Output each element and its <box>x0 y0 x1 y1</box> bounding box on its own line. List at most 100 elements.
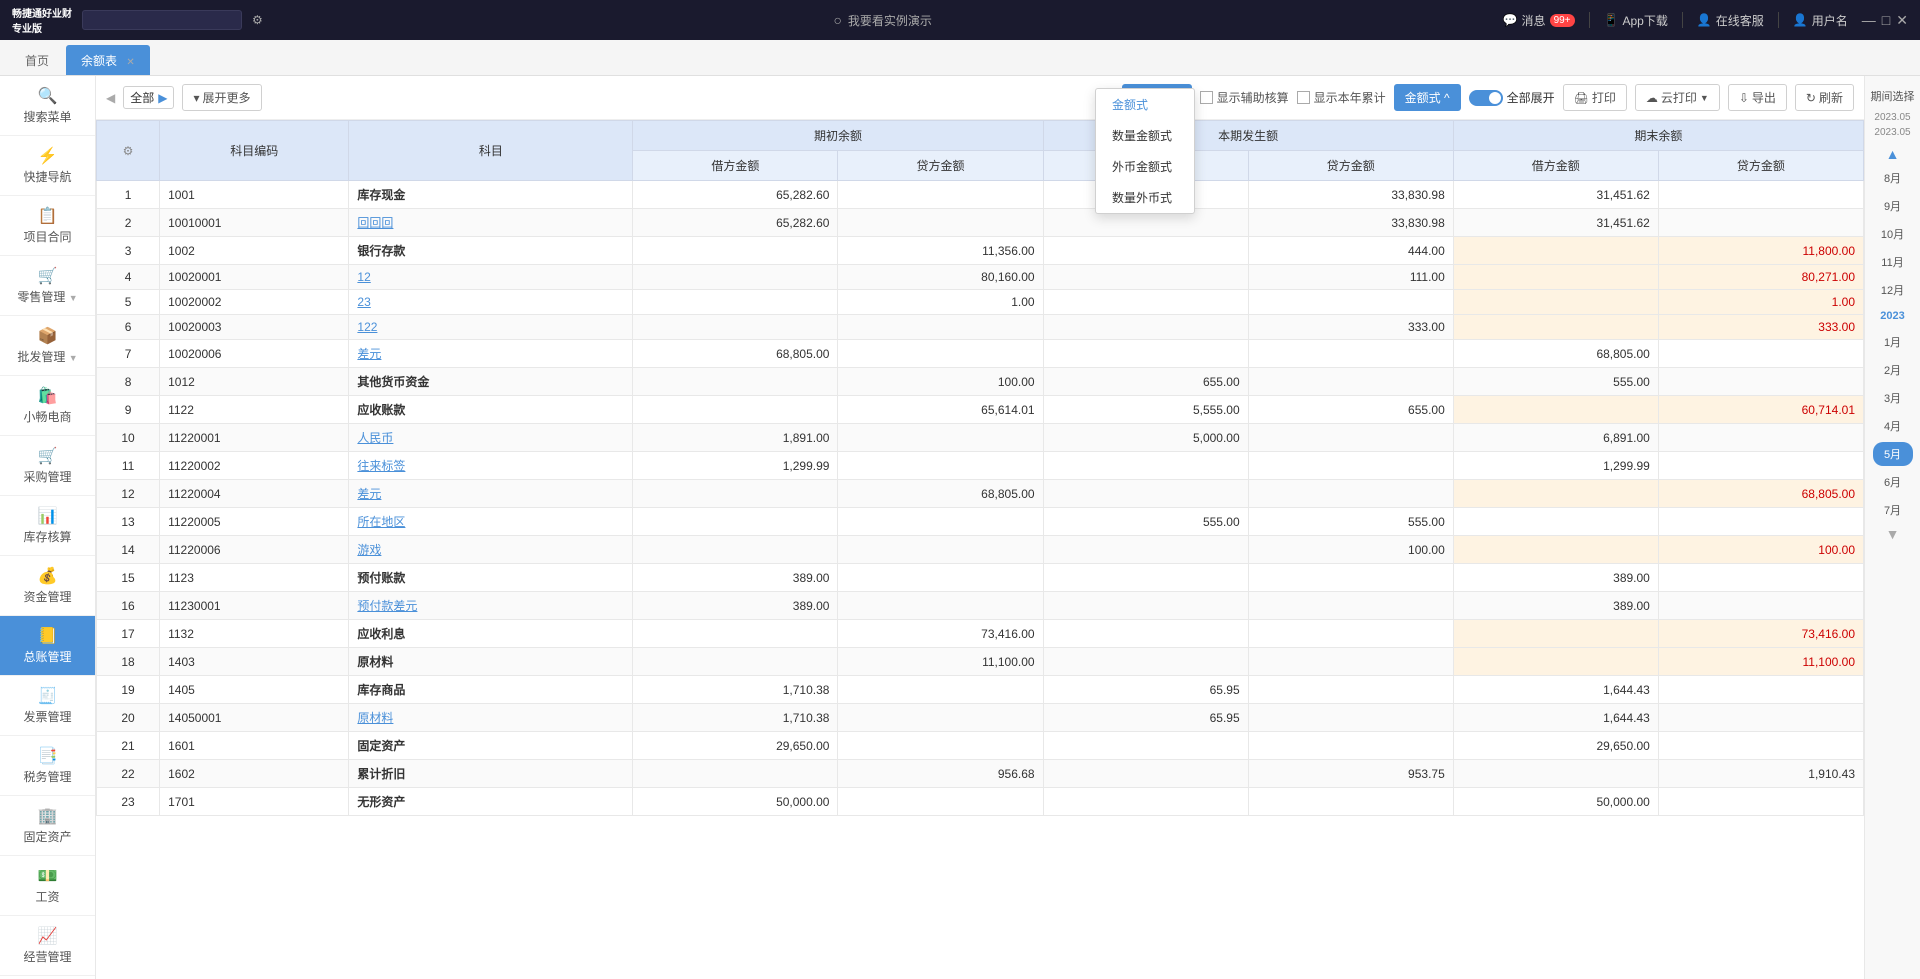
up-arrow-button[interactable]: ▲ <box>1886 146 1900 162</box>
management-icon: 📈 <box>6 926 89 946</box>
month-11[interactable]: 11月 <box>1873 250 1913 274</box>
table-row[interactable]: 91122应收账款65,614.015,555.00655.0060,714.0… <box>97 396 1864 424</box>
search-forward-icon[interactable]: ▶ <box>158 91 167 105</box>
format-button[interactable]: 金额式 ^ <box>1394 84 1461 111</box>
message-button[interactable]: 💬 消息 99+ <box>1503 12 1575 29</box>
format-option-qty-foreign[interactable]: 数量外币式 <box>1096 182 1194 213</box>
month-2[interactable]: 2月 <box>1873 358 1913 382</box>
table-row[interactable]: 1411220006游戏100.00100.00 <box>97 536 1864 564</box>
finance-icon: 💰 <box>6 566 89 586</box>
tab-home[interactable]: 首页 <box>10 45 64 75</box>
table-row[interactable]: 1211220004差元68,805.0068,805.00 <box>97 480 1864 508</box>
table-row[interactable]: 1611230001预付款差元389.00389.00 <box>97 592 1864 620</box>
sidebar-item-salary[interactable]: 💵 工资 <box>0 856 95 916</box>
sidebar-item-retail[interactable]: 🛒 零售管理 ▼ <box>0 256 95 316</box>
col-end-debit-header: 借方金额 <box>1453 151 1658 181</box>
down-arrow-button[interactable]: ▼ <box>1886 526 1900 542</box>
table-row[interactable]: 4100200011280,160.00111.0080,271.00 <box>97 265 1864 290</box>
table-row[interactable]: 81012其他货币资金100.00655.00555.00 <box>97 368 1864 396</box>
month-8[interactable]: 8月 <box>1873 166 1913 190</box>
table-row[interactable]: 151123预付账款389.00389.00 <box>97 564 1864 592</box>
settings-icon[interactable]: ⚙ <box>105 144 151 158</box>
online-service-button[interactable]: 👤 在线客服 <box>1697 12 1764 29</box>
sidebar-item-tax[interactable]: 📑 税务管理 <box>0 736 95 796</box>
format-option-qty-amount[interactable]: 数量金额式 <box>1096 120 1194 151</box>
month-12[interactable]: 12月 <box>1873 278 1913 302</box>
month-6[interactable]: 6月 <box>1873 470 1913 494</box>
month-3[interactable]: 3月 <box>1873 386 1913 410</box>
show-subsidiary-checkbox[interactable]: 显示辅助核算 <box>1200 89 1289 106</box>
table-row[interactable]: 2014050001原材料1,710.3865.951,644.43 <box>97 704 1864 732</box>
table-row[interactable]: 31002银行存款11,356.00444.0011,800.00 <box>97 237 1864 265</box>
table-row[interactable]: 221602累计折旧956.68953.751,910.43 <box>97 760 1864 788</box>
topbar-search-input[interactable] <box>82 10 242 30</box>
avatar-icon: 👤 <box>1793 13 1808 27</box>
month-9[interactable]: 9月 <box>1873 194 1913 218</box>
table-row[interactable]: 1311220005所在地区555.00555.00 <box>97 508 1864 536</box>
close-button[interactable]: ✕ <box>1896 12 1908 29</box>
print-button[interactable]: 🖨 打印 <box>1563 84 1627 111</box>
toggle-thumb <box>1489 92 1501 104</box>
separator2 <box>1682 12 1683 28</box>
topbar-right: 💬 消息 99+ 📱 App下载 👤 在线客服 👤 用户名 — □ ✕ <box>1503 12 1908 29</box>
sidebar-item-project[interactable]: 📋 项目合同 <box>0 196 95 256</box>
sidebar-item-quicknav[interactable]: ⚡ 快捷导航 <box>0 136 95 196</box>
month-1[interactable]: 1月 <box>1873 330 1913 354</box>
back-icon[interactable]: ◀ <box>106 91 115 105</box>
sidebar-item-search[interactable]: 🔍 搜索菜单 <box>0 76 95 136</box>
month-4[interactable]: 4月 <box>1873 414 1913 438</box>
table-row[interactable]: 181403原材料11,100.0011,100.00 <box>97 648 1864 676</box>
user-avatar[interactable]: 👤 用户名 <box>1793 12 1848 29</box>
format-option-foreign-amount[interactable]: 外币金额式 <box>1096 151 1194 182</box>
tab-close-icon[interactable]: ✕ <box>126 57 134 68</box>
format-option-amount[interactable]: 金额式 <box>1096 89 1194 120</box>
table-row[interactable]: 510020002231.001.00 <box>97 290 1864 315</box>
topbar-left: 畅捷通好业财 专业版 ⚙ <box>12 5 263 35</box>
month-5[interactable]: 5月 <box>1873 442 1913 466</box>
toggle-track <box>1469 90 1503 106</box>
col-name-header: 科目 <box>349 121 633 181</box>
table-row[interactable]: 1111220002往来标签1,299.991,299.99 <box>97 452 1864 480</box>
table-row[interactable]: 610020003122333.00333.00 <box>97 315 1864 340</box>
sidebar-item-invoice[interactable]: 🧾 发票管理 <box>0 676 95 736</box>
table-row[interactable]: 211601固定资产29,650.0029,650.00 <box>97 732 1864 760</box>
table-row[interactable]: 1011220001人民币1,891.005,000.006,891.00 <box>97 424 1864 452</box>
right-panel: 期间选择 2023.05 2023.05 ▲ 8月 9月 10月 11月 12月… <box>1864 76 1920 979</box>
table-row[interactable]: 231701无形资产50,000.0050,000.00 <box>97 788 1864 816</box>
expand-more-button[interactable]: ▾ 展开更多 <box>182 84 261 111</box>
topbar-demo-link[interactable]: ○ 我要看实例演示 <box>833 12 931 29</box>
app-download-button[interactable]: 📱 App下载 <box>1604 12 1668 29</box>
sidebar-item-inventory[interactable]: 📊 库存核算 <box>0 496 95 556</box>
sidebar-item-management[interactable]: 📈 经营管理 <box>0 916 95 976</box>
quicknav-icon: ⚡ <box>6 146 89 166</box>
table-row[interactable]: 171132应收利息73,416.0073,416.00 <box>97 620 1864 648</box>
message-icon: 💬 <box>1503 13 1518 27</box>
expand-all-toggle[interactable]: 全部展开 <box>1469 89 1555 106</box>
maximize-button[interactable]: □ <box>1882 12 1890 28</box>
month-7[interactable]: 7月 <box>1873 498 1913 522</box>
sidebar-item-ledger[interactable]: 📒 总账管理 <box>0 616 95 676</box>
year-2023-item[interactable]: 2023 <box>1873 306 1913 326</box>
col-end-credit-header: 贷方金额 <box>1658 151 1863 181</box>
table-row[interactable]: 191405库存商品1,710.3865.951,644.43 <box>97 676 1864 704</box>
wholesale-icon: 📦 <box>6 326 89 346</box>
table-row[interactable]: 11001库存现金65,282.6033,830.9831,451.62 <box>97 181 1864 209</box>
table-row[interactable]: 210010001回回回65,282.6033,830.9831,451.62 <box>97 209 1864 237</box>
month-10[interactable]: 10月 <box>1873 222 1913 246</box>
show-year-total-checkbox[interactable]: 显示本年累计 <box>1297 89 1386 106</box>
sidebar-item-wholesale[interactable]: 📦 批发管理 ▼ <box>0 316 95 376</box>
sidebar-item-assets[interactable]: 🏢 固定资产 <box>0 796 95 856</box>
table-row[interactable]: 710020006差元68,805.0068,805.00 <box>97 340 1864 368</box>
window-controls: — □ ✕ <box>1862 12 1908 29</box>
year-label-2: 2023.05 <box>1874 127 1910 138</box>
refresh-button[interactable]: ↻ 刷新 <box>1795 84 1854 111</box>
sidebar-item-purchase[interactable]: 🛒 采购管理 <box>0 436 95 496</box>
export-button[interactable]: ⇩ 导出 <box>1728 84 1787 111</box>
minimize-button[interactable]: — <box>1862 12 1876 28</box>
cloud-print-button[interactable]: ☁ 云打印 ▼ <box>1635 84 1720 111</box>
cloud-print-arrow: ▼ <box>1700 93 1709 103</box>
topbar-settings-icon[interactable]: ⚙ <box>252 13 263 27</box>
sidebar-item-finance[interactable]: 💰 资金管理 <box>0 556 95 616</box>
sidebar-item-ecommerce[interactable]: 🛍️ 小畅电商 <box>0 376 95 436</box>
tab-balance[interactable]: 余额表 ✕ <box>66 45 150 75</box>
